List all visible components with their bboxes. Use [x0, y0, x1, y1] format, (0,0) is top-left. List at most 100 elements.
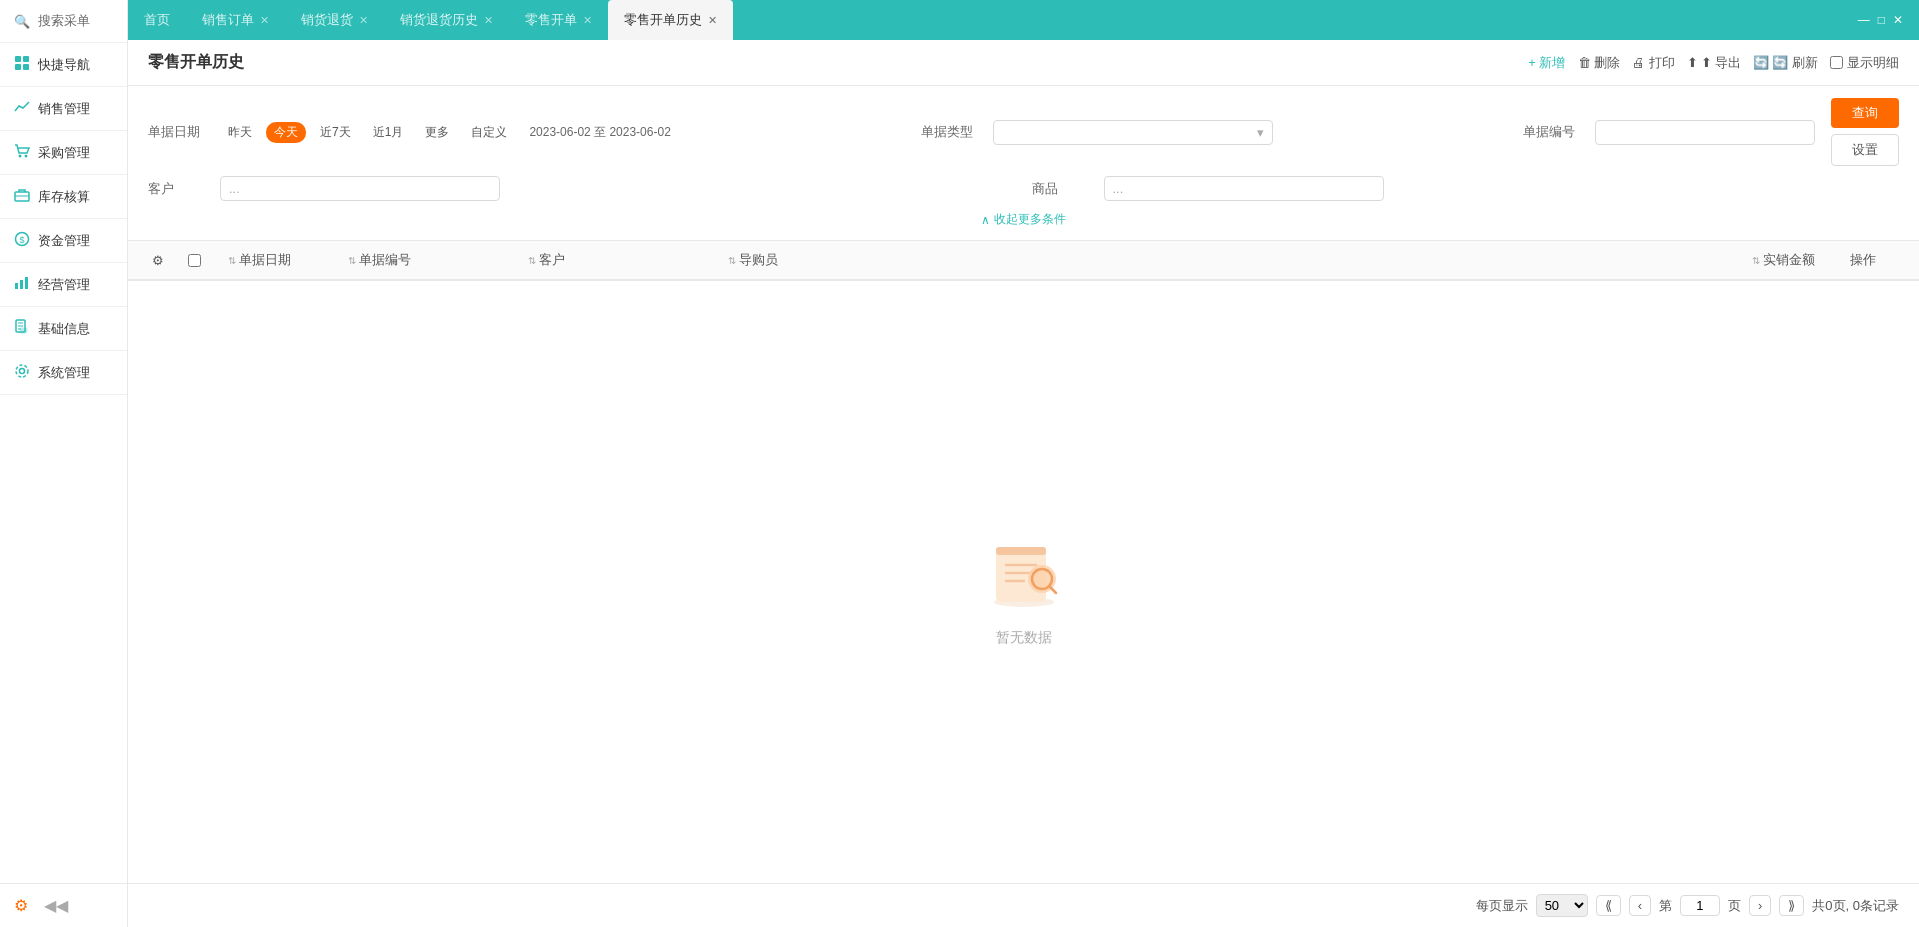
svg-rect-0 [15, 56, 21, 62]
print-button[interactable]: 🖨 打印 [1632, 54, 1675, 72]
purchase-mgmt-icon [14, 143, 30, 162]
page-label: 第 [1659, 897, 1672, 915]
display-detail-label[interactable]: 显示明细 [1830, 54, 1899, 72]
tab-sales-return-history[interactable]: 销货退货历史 ✕ [384, 0, 509, 40]
sidebar-item-sales-mgmt[interactable]: 销售管理 [0, 87, 127, 131]
doc-number-label: 单据编号 [1523, 123, 1579, 141]
window-minimize[interactable]: — [1858, 13, 1870, 27]
finance-icon: $ [14, 231, 30, 250]
tab-home-label: 首页 [144, 11, 170, 29]
refresh-icon: 🔄 [1753, 55, 1769, 70]
pagination: 每页显示 50 10 20 100 ⟪ ‹ 第 页 › ⟫ 共0页, 0条记录 [128, 883, 1919, 927]
doc-number-input[interactable] [1595, 120, 1815, 145]
sidebar-item-finance[interactable]: $ 资金管理 [0, 219, 127, 263]
date-opt-7days[interactable]: 近7天 [312, 122, 359, 143]
svg-point-5 [25, 155, 28, 158]
svg-point-4 [19, 155, 22, 158]
sidebar-item-operations[interactable]: 经营管理 [0, 263, 127, 307]
purchase-mgmt-label: 采购管理 [38, 144, 90, 162]
client-select[interactable]: ... [220, 176, 500, 201]
tab-home[interactable]: 首页 [128, 0, 186, 40]
sidebar-search[interactable]: 🔍 搜索采单 [0, 0, 127, 43]
sidebar-item-system[interactable]: 系统管理 [0, 351, 127, 395]
date-options: 昨天 今天 近7天 近1月 更多 自定义 2023-06-02 至 2023-0… [220, 122, 671, 143]
date-label: 单据日期 [148, 123, 204, 141]
th-client-sort-icon[interactable]: ⇅ [528, 255, 536, 266]
topbar: 首页 销售订单 ✕ 销货退货 ✕ 销货退货历史 ✕ 零售开单 ✕ 零售开单历史 … [128, 0, 1919, 40]
th-guide-sort-icon[interactable]: ⇅ [728, 255, 736, 266]
display-detail-text: 显示明细 [1847, 54, 1899, 72]
collapse-up-icon: ∧ [981, 213, 990, 227]
th-date-sort-icon[interactable]: ⇅ [228, 255, 236, 266]
th-guide: ⇅ 导购员 [720, 251, 840, 269]
goods-label: 商品 [1032, 180, 1088, 198]
display-detail-checkbox[interactable] [1830, 56, 1843, 69]
bottom-settings-icon[interactable]: ⚙ [14, 896, 28, 915]
page-next-btn[interactable]: › [1749, 895, 1771, 916]
date-opt-yesterday[interactable]: 昨天 [220, 122, 260, 143]
tab-retail-history-close[interactable]: ✕ [708, 14, 717, 27]
refresh-button[interactable]: 🔄 🔄 刷新 [1753, 54, 1818, 72]
page-number-input[interactable] [1680, 895, 1720, 916]
tab-retail-open-close[interactable]: ✕ [583, 14, 592, 27]
filter-settings-button[interactable]: 设置 [1831, 134, 1899, 166]
system-icon [14, 363, 30, 382]
toolbar: + 新增 🗑 删除 🖨 打印 ⬆ ⬆ 导出 🔄 🔄 刷新 显示明细 [1528, 54, 1899, 84]
page-last-btn[interactable]: ⟫ [1779, 895, 1804, 916]
th-amount: ⇅ 实销金额 [840, 251, 1823, 269]
sidebar-item-inventory[interactable]: 库存核算 [0, 175, 127, 219]
date-opt-custom[interactable]: 自定义 [463, 122, 515, 143]
svg-rect-1 [23, 56, 29, 62]
tab-retail-open[interactable]: 零售开单 ✕ [509, 0, 608, 40]
main-area: 首页 销售订单 ✕ 销货退货 ✕ 销货退货历史 ✕ 零售开单 ✕ 零售开单历史 … [128, 0, 1919, 927]
th-number-label: 单据编号 [359, 251, 411, 269]
tab-sales-return[interactable]: 销货退货 ✕ [285, 0, 384, 40]
page-title: 零售开单历史 [148, 52, 244, 85]
tab-sales-order-close[interactable]: ✕ [260, 14, 269, 27]
inventory-label: 库存核算 [38, 188, 90, 206]
table-settings-icon[interactable]: ⚙ [152, 253, 164, 268]
window-close[interactable]: ✕ [1893, 13, 1903, 27]
client-label: 客户 [148, 180, 204, 198]
sidebar-item-purchase-mgmt[interactable]: 采购管理 [0, 131, 127, 175]
table-settings-col[interactable]: ⚙ [144, 253, 180, 268]
table-header: ⚙ ⇅ 单据日期 ⇅ 单据编号 ⇅ 客户 ⇅ 导购员 ⇅ [128, 241, 1919, 281]
tab-sales-return-label: 销货退货 [301, 11, 353, 29]
page-first-btn[interactable]: ⟪ [1596, 895, 1621, 916]
th-amount-sort-icon[interactable]: ⇅ [1752, 255, 1760, 266]
export-button[interactable]: ⬆ ⬆ 导出 [1687, 54, 1742, 72]
tab-sales-return-close[interactable]: ✕ [359, 14, 368, 27]
window-maximize[interactable]: □ [1878, 13, 1885, 27]
tab-retail-history[interactable]: 零售开单历史 ✕ [608, 0, 733, 40]
inventory-icon [14, 187, 30, 206]
collapse-bar[interactable]: ∧ 收起更多条件 [148, 211, 1899, 228]
th-number-sort-icon[interactable]: ⇅ [348, 255, 356, 266]
svg-rect-10 [15, 283, 18, 289]
add-button[interactable]: + 新增 [1528, 54, 1565, 72]
empty-text: 暂无数据 [996, 629, 1052, 647]
delete-button[interactable]: 🗑 删除 [1578, 54, 1621, 72]
tab-sales-order[interactable]: 销售订单 ✕ [186, 0, 285, 40]
page-prev-btn[interactable]: ‹ [1629, 895, 1651, 916]
sidebar-item-quick-nav[interactable]: 快捷导航 [0, 43, 127, 87]
date-opt-today[interactable]: 今天 [266, 122, 306, 143]
goods-select[interactable]: ... [1104, 176, 1384, 201]
doc-type-arrow-icon: ▾ [1257, 125, 1264, 140]
per-page-select[interactable]: 50 10 20 100 [1536, 894, 1588, 917]
th-guide-label: 导购员 [739, 251, 778, 269]
sidebar-item-basic-info[interactable]: 基础信息 [0, 307, 127, 351]
tab-sales-order-label: 销售订单 [202, 11, 254, 29]
empty-state: 暂无数据 [128, 281, 1919, 883]
date-opt-more[interactable]: 更多 [417, 122, 457, 143]
query-btn-group: 查询 设置 [1831, 98, 1899, 166]
svg-rect-22 [996, 547, 1046, 555]
query-button[interactable]: 查询 [1831, 98, 1899, 128]
bottom-collapse-icon[interactable]: ◀◀ [44, 896, 68, 915]
doc-type-select[interactable]: ▾ [993, 120, 1273, 145]
table-select-all[interactable] [188, 254, 201, 267]
svg-point-19 [16, 365, 28, 377]
tab-sales-return-history-close[interactable]: ✕ [484, 14, 493, 27]
th-number: ⇅ 单据编号 [340, 251, 520, 269]
date-opt-1month[interactable]: 近1月 [365, 122, 412, 143]
svg-rect-12 [25, 277, 28, 289]
